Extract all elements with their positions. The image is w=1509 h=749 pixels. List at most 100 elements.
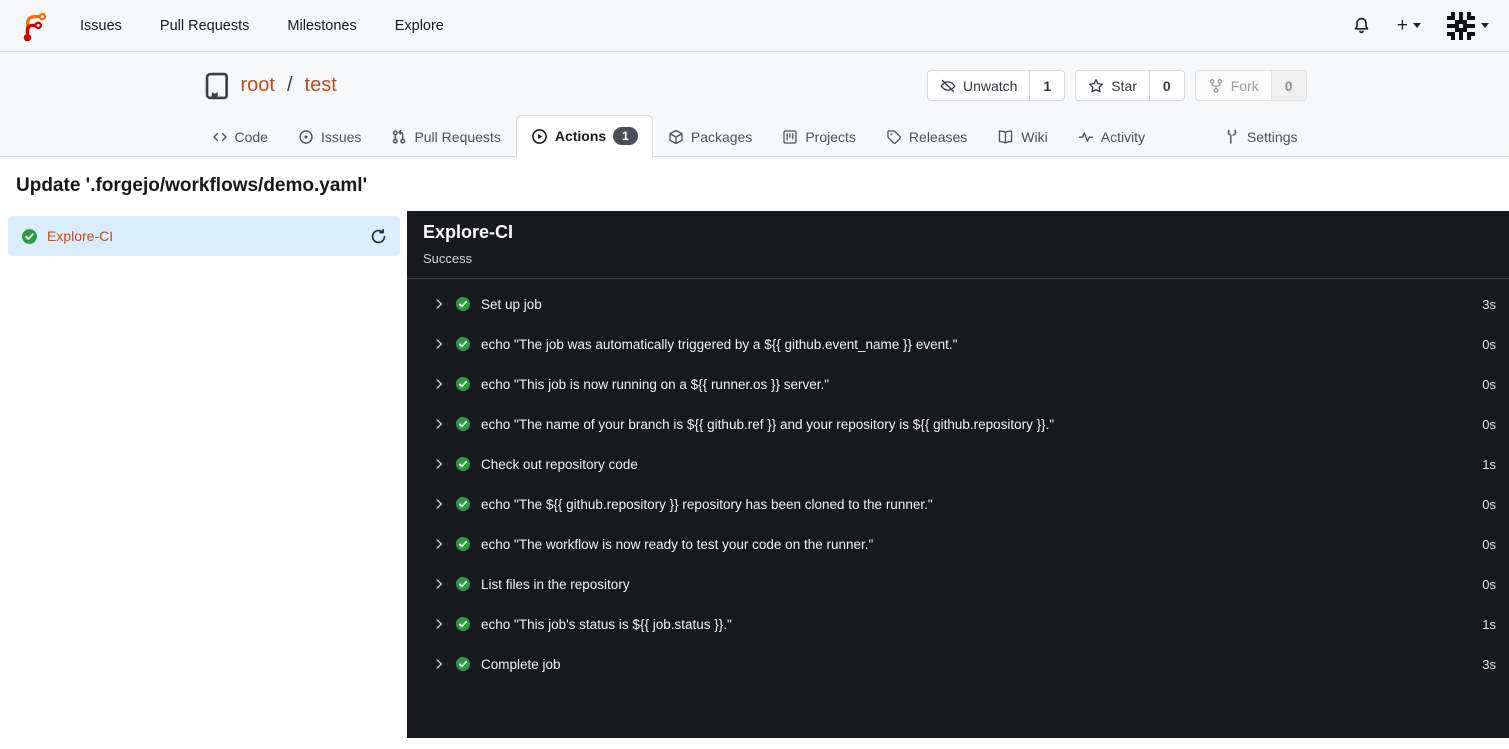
step-success-icon	[455, 576, 471, 592]
step-row[interactable]: Complete job 3s	[407, 644, 1509, 684]
job-name: Explore-CI	[47, 228, 114, 245]
step-name: Check out repository code	[481, 456, 638, 472]
watchers-count[interactable]: 1	[1029, 71, 1065, 100]
run-title: Update '.forgejo/workflows/demo.yaml'	[16, 175, 368, 197]
step-duration: 0s	[1482, 536, 1496, 552]
chevron-right-icon[interactable]	[433, 618, 445, 630]
nav-explore[interactable]: Explore	[395, 18, 444, 34]
jobs-sidebar: Explore-CI	[0, 211, 407, 738]
fork-button: Fork	[1195, 71, 1271, 100]
tab-activity[interactable]: Activity	[1063, 117, 1160, 156]
step-row[interactable]: echo "This job's status is ${{ job.statu…	[407, 604, 1509, 644]
star-button[interactable]: Star	[1076, 71, 1149, 100]
project-board-icon	[782, 129, 798, 145]
code-icon	[212, 129, 228, 145]
create-new-button[interactable]: +	[1397, 16, 1421, 35]
step-name: Complete job	[481, 656, 561, 672]
tab-issues[interactable]: Issues	[283, 117, 376, 156]
tab-actions[interactable]: Actions 1	[515, 115, 653, 158]
step-duration: 0s	[1482, 336, 1496, 352]
repo-name-link[interactable]: test	[305, 74, 337, 97]
book-open-icon	[997, 129, 1014, 145]
step-success-icon	[455, 616, 471, 632]
fork-icon	[1208, 78, 1224, 94]
chevron-right-icon[interactable]	[433, 458, 445, 470]
wrench-icon	[1224, 129, 1240, 145]
repo-title: root / test	[203, 72, 337, 100]
chevron-right-icon[interactable]	[433, 378, 445, 390]
step-row[interactable]: echo "This job is now running on a ${{ r…	[407, 364, 1509, 404]
tab-settings[interactable]: Settings	[1209, 117, 1313, 156]
job-log-header: Explore-CI Success	[407, 211, 1509, 280]
job-status-text: Success	[423, 251, 473, 267]
step-row[interactable]: Check out repository code 1s	[407, 444, 1509, 484]
nav-milestones[interactable]: Milestones	[287, 18, 356, 34]
chevron-right-icon[interactable]	[433, 658, 445, 670]
tab-releases[interactable]: Releases	[871, 117, 982, 156]
nav-pull-requests[interactable]: Pull Requests	[160, 18, 249, 34]
step-row[interactable]: echo "The job was automatically triggere…	[407, 324, 1509, 364]
step-duration: 0s	[1482, 496, 1496, 512]
notifications-button[interactable]	[1352, 16, 1371, 35]
chevron-right-icon[interactable]	[433, 418, 445, 430]
identicon-avatar	[1447, 11, 1475, 40]
watch-button-group: Unwatch 1	[926, 70, 1066, 101]
bell-icon	[1352, 16, 1371, 35]
fork-button-group: Fork 0	[1194, 70, 1307, 101]
sync-icon	[371, 228, 386, 244]
step-row[interactable]: Set up job 3s	[407, 284, 1509, 324]
stars-count[interactable]: 0	[1148, 71, 1184, 100]
step-duration: 3s	[1482, 656, 1496, 672]
repo-separator: /	[286, 74, 293, 96]
step-success-icon	[455, 656, 471, 672]
step-name: echo "The ${{ github.repository }} repos…	[481, 496, 933, 512]
chevron-right-icon[interactable]	[433, 578, 445, 590]
chevron-right-icon[interactable]	[433, 298, 445, 310]
play-circle-icon	[531, 128, 548, 145]
primary-nav: Issues Pull Requests Milestones Explore	[80, 18, 444, 34]
unwatch-button[interactable]: Unwatch	[927, 71, 1030, 100]
check-circle-icon	[21, 228, 38, 245]
step-row[interactable]: echo "The workflow is now ready to test …	[407, 524, 1509, 564]
step-success-icon	[455, 376, 471, 392]
chevron-right-icon[interactable]	[433, 538, 445, 550]
step-success-icon	[455, 336, 471, 352]
step-duration: 0s	[1482, 576, 1496, 592]
step-row[interactable]: echo "The name of your branch is ${{ git…	[407, 404, 1509, 444]
repo-owner-link[interactable]: root	[241, 74, 275, 97]
step-success-icon	[455, 496, 471, 512]
step-duration: 1s	[1482, 456, 1496, 472]
step-duration: 0s	[1482, 376, 1496, 392]
tab-code[interactable]: Code	[197, 117, 283, 156]
issue-circle-icon	[298, 129, 314, 145]
chevron-right-icon[interactable]	[433, 338, 445, 350]
job-item-explore-ci[interactable]: Explore-CI	[8, 216, 400, 257]
step-duration: 1s	[1482, 616, 1496, 632]
tab-packages[interactable]: Packages	[653, 117, 767, 156]
forgejo-logo[interactable]	[20, 11, 50, 41]
step-success-icon	[455, 416, 471, 432]
pulse-icon	[1078, 129, 1094, 145]
plus-icon: +	[1396, 15, 1408, 36]
tab-projects[interactable]: Projects	[767, 117, 871, 156]
user-menu-button[interactable]	[1447, 11, 1489, 40]
nav-issues[interactable]: Issues	[80, 18, 122, 34]
eye-slash-icon	[940, 78, 956, 94]
star-icon	[1088, 78, 1104, 94]
pull-request-icon	[391, 129, 407, 145]
step-success-icon	[455, 456, 471, 472]
step-success-icon	[455, 296, 471, 312]
actions-run-view: Update '.forgejo/workflows/demo.yaml' Ex…	[0, 157, 1509, 739]
step-name: echo "The workflow is now ready to test …	[481, 536, 874, 552]
step-row[interactable]: echo "The ${{ github.repository }} repos…	[407, 484, 1509, 524]
tab-pull-requests[interactable]: Pull Requests	[376, 117, 515, 156]
chevron-right-icon[interactable]	[433, 498, 445, 510]
panel-job-name: Explore-CI	[423, 222, 514, 243]
actions-count-badge: 1	[613, 127, 638, 146]
step-name: List files in the repository	[481, 576, 630, 592]
tab-wiki[interactable]: Wiki	[982, 117, 1062, 156]
rerun-job-button[interactable]	[370, 228, 387, 245]
step-name: echo "This job's status is ${{ job.statu…	[481, 616, 732, 632]
step-list: Set up job 3s echo "The job was automati…	[407, 279, 1509, 684]
step-row[interactable]: List files in the repository 0s	[407, 564, 1509, 604]
